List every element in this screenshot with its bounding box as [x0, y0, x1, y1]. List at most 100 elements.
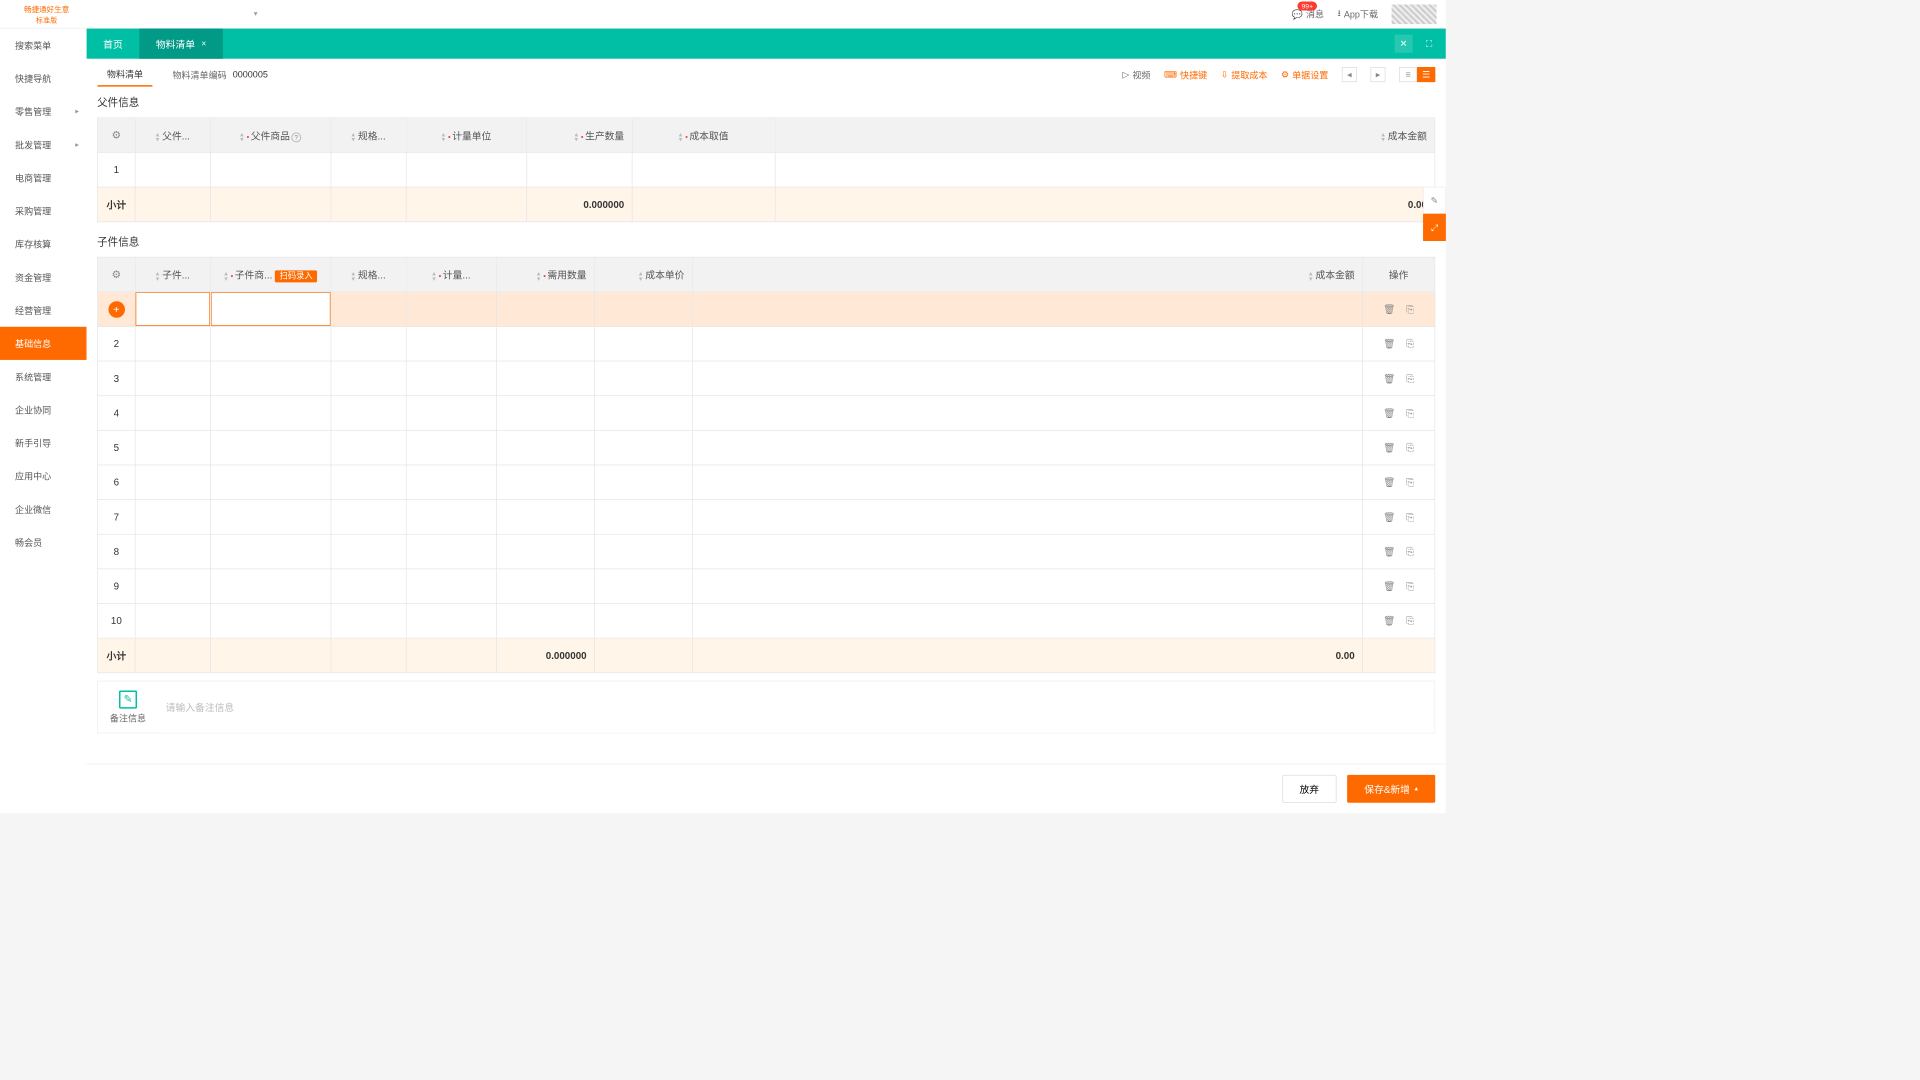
edit-rail-button[interactable]: ✎ — [1423, 187, 1446, 214]
sidebar-item[interactable]: 电商管理 — [0, 161, 87, 194]
copy-row-icon[interactable]: ⎘ — [1406, 338, 1414, 350]
col-child-unit[interactable]: 计量... — [439, 270, 471, 281]
table-row[interactable]: 4 🗑 ⎘ — [98, 396, 1435, 431]
delete-row-icon[interactable]: 🗑 — [1383, 442, 1395, 454]
copy-row-icon[interactable]: ⎘ — [1406, 476, 1414, 488]
delete-row-icon[interactable]: 🗑 — [1383, 546, 1395, 558]
download-link[interactable]: ⭳ App下载 — [1338, 6, 1378, 22]
view-list-button[interactable]: ≡ — [1399, 67, 1417, 82]
view-detail-button[interactable]: ☰ — [1417, 67, 1435, 82]
table-row[interactable]: 6 🗑 ⎘ — [98, 465, 1435, 500]
sidebar-item[interactable]: 搜索菜单 — [0, 29, 87, 62]
delete-row-icon[interactable]: 🗑 — [1383, 511, 1395, 523]
copy-row-icon[interactable]: ⎘ — [1406, 407, 1414, 419]
table-row[interactable]: 8🗑⎘ — [98, 534, 1435, 569]
col-parent-unit[interactable]: 计量单位 — [448, 130, 491, 141]
scan-input-button[interactable]: 扫码录入 — [275, 270, 317, 282]
sidebar-item[interactable]: 畅会员 — [0, 526, 87, 559]
gear-icon[interactable]: ⚙ — [112, 268, 121, 280]
messages-link[interactable]: 💬 消息 99+ — [1292, 8, 1324, 21]
sidebar-item[interactable]: 经营管理 — [0, 294, 87, 327]
sidebar-item[interactable]: 企业微信 — [0, 492, 87, 525]
sidebar-item[interactable]: 零售管理▸ — [0, 95, 87, 128]
sidebar-item[interactable]: 库存核算 — [0, 227, 87, 260]
next-button[interactable]: ▸ — [1370, 67, 1385, 82]
copy-row-icon[interactable]: ⎘ — [1406, 372, 1414, 384]
remark-input[interactable] — [158, 681, 1434, 732]
table-row[interactable]: + 🗑 ⎘ — [98, 292, 1435, 327]
row-index: 6 — [98, 465, 136, 500]
sidebar-item[interactable]: 快捷导航 — [0, 62, 87, 95]
copy-row-icon[interactable]: ⎘ — [1406, 580, 1414, 592]
table-row[interactable]: 5🗑⎘ — [98, 430, 1435, 465]
sidebar-item[interactable]: 资金管理 — [0, 261, 87, 294]
table-row[interactable]: 7🗑⎘ — [98, 500, 1435, 535]
copy-row-icon[interactable]: ⎘ — [1406, 442, 1414, 454]
table-row[interactable]: 2🗑⎘ — [98, 326, 1435, 361]
sidebar-item-label: 快捷导航 — [15, 72, 51, 85]
company-select[interactable]: ▾ — [99, 5, 265, 23]
avatar[interactable] — [1392, 4, 1437, 24]
expand-rail-button[interactable]: ⤢ — [1423, 214, 1446, 241]
col-parent-qty[interactable]: 生产数量 — [581, 130, 624, 141]
child-section-title: 子件信息 — [97, 234, 1435, 249]
sidebar: 搜索菜单快捷导航零售管理▸批发管理▸电商管理采购管理库存核算资金管理经营管理基础… — [0, 29, 87, 814]
sidebar-item[interactable]: 基础信息 — [0, 327, 87, 360]
delete-row-icon[interactable]: 🗑 — [1383, 338, 1395, 350]
save-new-button[interactable]: 保存&新增 ▴ — [1347, 775, 1435, 803]
delete-row-icon[interactable]: 🗑 — [1383, 303, 1395, 315]
add-row-icon[interactable]: + — [108, 301, 125, 318]
col-parent-name[interactable]: 父件商品 — [247, 130, 290, 141]
tab-bar-close-button[interactable]: ✕ — [1395, 35, 1413, 53]
sidebar-item[interactable]: 系统管理 — [0, 360, 87, 393]
delete-row-icon[interactable]: 🗑 — [1383, 476, 1395, 488]
topbar: 畅捷通好生意 标准版 ▾ 💬 消息 99+ ⭳ App下载 — [0, 0, 1446, 29]
col-parent-cost-amt[interactable]: 成本金额 — [1388, 130, 1427, 141]
bom-code-value: 0000005 — [233, 69, 268, 80]
prev-button[interactable]: ◂ — [1342, 67, 1357, 82]
sidebar-item[interactable]: 企业协同 — [0, 393, 87, 426]
delete-row-icon[interactable]: 🗑 — [1383, 615, 1395, 627]
copy-row-icon[interactable]: ⎘ — [1406, 303, 1414, 315]
col-child-spec[interactable]: 规格... — [358, 270, 386, 281]
delete-row-icon[interactable]: 🗑 — [1383, 580, 1395, 592]
col-child-cost-amt[interactable]: 成本金额 — [1315, 270, 1354, 281]
col-parent-code[interactable]: 父件... — [162, 130, 190, 141]
fullscreen-icon[interactable]: ⛶ — [1420, 35, 1438, 53]
messages-badge: 99+ — [1298, 2, 1317, 11]
copy-row-icon[interactable]: ⎘ — [1406, 615, 1414, 627]
delete-row-icon[interactable]: 🗑 — [1383, 407, 1395, 419]
col-child-name[interactable]: 子件商... — [231, 270, 273, 281]
col-parent-cost-src[interactable]: 成本取值 — [685, 130, 728, 141]
col-child-unit-cost[interactable]: 成本单价 — [645, 270, 684, 281]
shortcut-link[interactable]: ⌨快捷键 — [1164, 68, 1207, 81]
sidebar-item[interactable]: 批发管理▸ — [0, 128, 87, 161]
video-link[interactable]: ▷视频 — [1122, 68, 1150, 81]
copy-row-icon[interactable]: ⎘ — [1406, 546, 1414, 558]
col-child-code[interactable]: 子件... — [162, 270, 190, 281]
logo-edition: 标准版 — [36, 15, 57, 25]
sidebar-item[interactable]: 新手引导 — [0, 426, 87, 459]
delete-row-icon[interactable]: 🗑 — [1383, 372, 1395, 384]
table-row[interactable]: 9 🗑 ⎘ — [98, 569, 1435, 604]
subtab-bom[interactable]: 物料清单 — [97, 62, 153, 86]
tab-home[interactable]: 首页 — [87, 29, 140, 59]
close-icon[interactable]: × — [201, 38, 206, 49]
table-row[interactable]: 10🗑⎘ — [98, 604, 1435, 639]
tab-bom[interactable]: 物料清单 × — [139, 29, 223, 59]
extract-cost-link[interactable]: ⇩提取成本 — [1221, 68, 1268, 81]
discard-button[interactable]: 放弃 — [1282, 775, 1336, 803]
doc-setting-link[interactable]: ⚙单据设置 — [1281, 68, 1328, 81]
table-row[interactable]: 1 — [98, 152, 1435, 187]
help-icon[interactable]: ? — [291, 132, 301, 142]
col-parent-spec[interactable]: 规格... — [358, 130, 386, 141]
row-index: 9 — [98, 569, 136, 604]
col-child-qty[interactable]: 需用数量 — [543, 270, 586, 281]
row-index: 4 — [98, 396, 136, 431]
download-label: App下载 — [1344, 8, 1378, 21]
copy-row-icon[interactable]: ⎘ — [1406, 511, 1414, 523]
table-row[interactable]: 3🗑⎘ — [98, 361, 1435, 396]
gear-icon[interactable]: ⚙ — [112, 129, 121, 141]
sidebar-item[interactable]: 应用中心 — [0, 459, 87, 492]
sidebar-item[interactable]: 采购管理 — [0, 194, 87, 227]
